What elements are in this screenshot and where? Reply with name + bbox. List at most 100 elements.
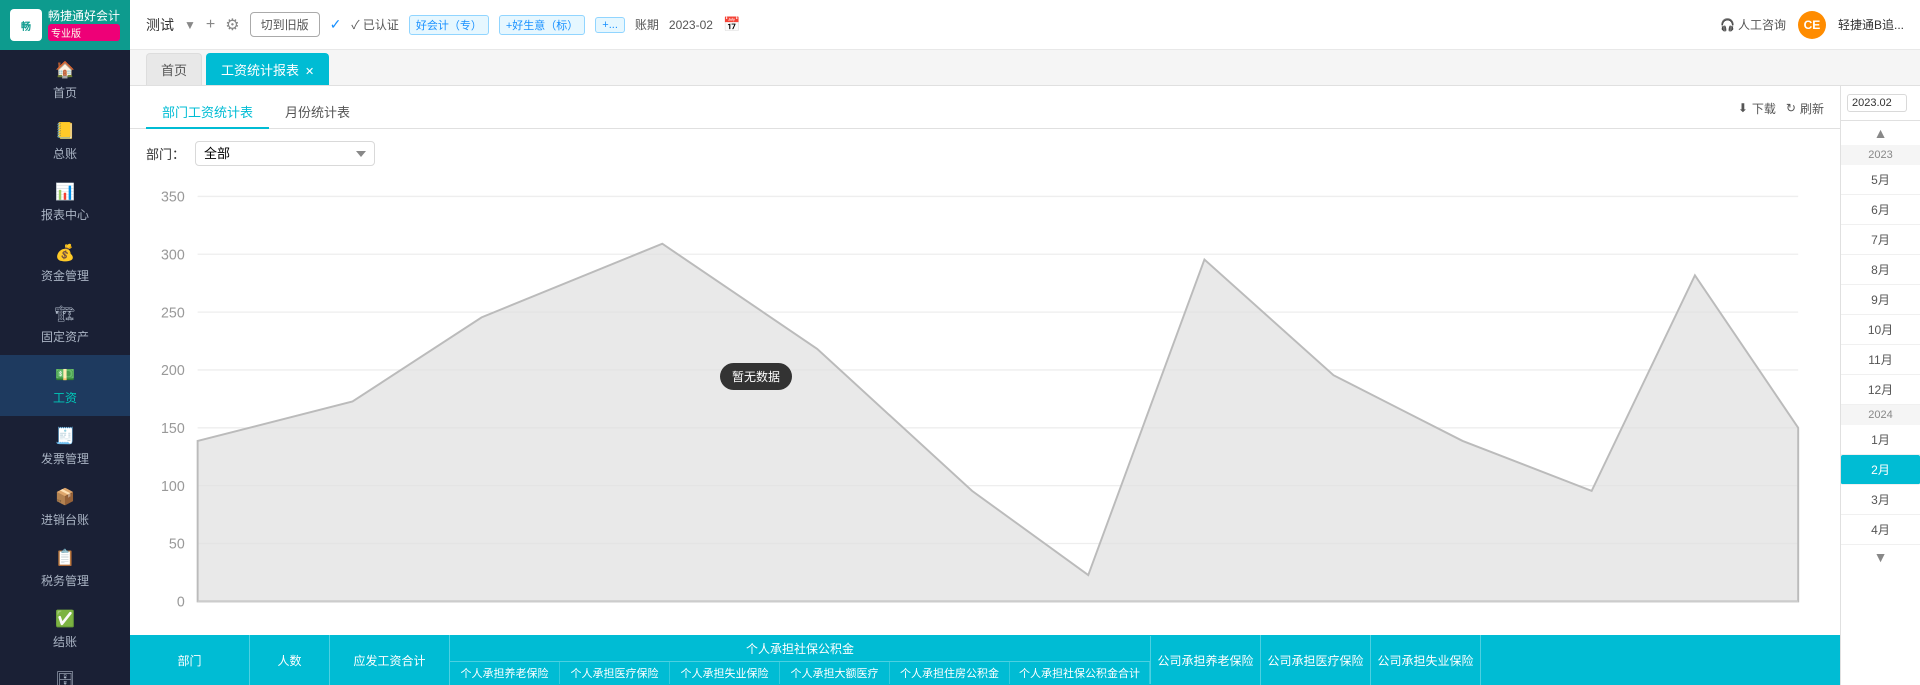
- tab-label-home: 首页: [161, 63, 187, 78]
- year-label-2023: 2023: [1841, 145, 1920, 165]
- sidebar-item-assets[interactable]: 🏗 固定资产: [0, 294, 130, 355]
- sidebar-item-reports[interactable]: 📊报表中心: [0, 172, 130, 233]
- subtab-dept[interactable]: 部门工资统计表: [146, 96, 269, 129]
- table-header-人数: 人数: [250, 635, 330, 685]
- table-group-personal-insurance: 个人承担社保公积金个人承担养老保险个人承担医疗保险个人承担失业保险个人承担大额医…: [450, 636, 1151, 684]
- month-item-2023-7月[interactable]: 7月: [1841, 225, 1920, 255]
- topbar-gear[interactable]: ⚙: [225, 15, 239, 35]
- month-item-2023-12月[interactable]: 12月: [1841, 375, 1920, 405]
- dept-filter-label: 部门：: [146, 144, 185, 163]
- table-sub-个人承担大额医疗: 个人承担大额医疗: [780, 662, 890, 684]
- switch-old-btn[interactable]: 切到旧版: [250, 12, 320, 37]
- svg-text:150: 150: [161, 421, 185, 437]
- month-item-2023-8月[interactable]: 8月: [1841, 255, 1920, 285]
- funds-icon: 💰: [55, 243, 75, 263]
- refresh-btn[interactable]: ↻ 刷新: [1786, 100, 1824, 117]
- logo-text-area: 畅捷通好会计 专业版: [48, 9, 120, 42]
- settle-icon: ✅: [55, 609, 75, 629]
- sidebar-item-funds[interactable]: 💰 资金管理: [0, 233, 130, 294]
- sidebar-label-funds: 资金管理: [41, 267, 89, 284]
- sidebar-label-home: 首页: [53, 84, 77, 101]
- period-label: 账期: [635, 16, 659, 33]
- date-panel: ▲ 20235月6月7月8月9月10月11月12月20241月2月3月4月 ▼: [1840, 86, 1920, 685]
- month-item-2023-6月[interactable]: 6月: [1841, 195, 1920, 225]
- subtab-bar: 部门工资统计表 月份统计表 ⬇ 下载 ↻ 刷新: [130, 86, 1840, 129]
- logo-badge: 专业版: [48, 24, 120, 41]
- dept-filter-select[interactable]: 全部财务部人事部技术部销售部: [195, 141, 375, 166]
- month-item-2024-3月[interactable]: 3月: [1841, 485, 1920, 515]
- subtab-monthly[interactable]: 月份统计表: [269, 96, 366, 129]
- sidebar-item-settle[interactable]: ✅ 结账: [0, 599, 130, 660]
- chart-area: 350 300 250 200 150 100 50 0: [130, 178, 1840, 635]
- svg-text:100: 100: [161, 479, 185, 495]
- sidebar-label-purchase: 进销台账: [41, 511, 89, 528]
- salary-icon: 💵: [55, 365, 75, 385]
- month-item-2024-1月[interactable]: 1月: [1841, 425, 1920, 455]
- date-up-btn[interactable]: ▲: [1841, 121, 1920, 145]
- month-item-2023-10月[interactable]: 10月: [1841, 315, 1920, 345]
- headset-icon: 🎧: [1720, 18, 1735, 32]
- sidebar-item-tax[interactable]: 📋税务管理: [0, 538, 130, 599]
- sidebar-label-settle: 结账: [53, 633, 77, 650]
- sidebar-label-salary: 工资: [53, 389, 77, 406]
- tax-icon: 📋: [55, 548, 75, 568]
- logo: 畅 畅捷通好会计 专业版: [0, 0, 130, 50]
- date-list: 20235月6月7月8月9月10月11月12月20241月2月3月4月: [1841, 145, 1920, 545]
- home-icon: 🏠: [55, 60, 75, 80]
- tag-more: +...: [595, 17, 625, 33]
- svg-text:300: 300: [161, 247, 185, 263]
- topbar-add[interactable]: +: [206, 16, 215, 34]
- user-name[interactable]: 轻捷通B追...: [1838, 16, 1904, 33]
- sidebar-item-home[interactable]: 🏠 首页: [0, 50, 130, 111]
- sidebar: 畅 畅捷通好会计 专业版 🏠 首页 📒总账📊报表中心 💰 资金管理 🏗 固定资产 💵 工资 🧾发票…: [0, 0, 130, 685]
- tag-haoshengyi: +好生意（标）: [499, 15, 585, 35]
- calendar-icon[interactable]: 📅: [723, 16, 740, 33]
- month-item-2023-11月[interactable]: 11月: [1841, 345, 1920, 375]
- assets-icon: 🏗: [55, 304, 75, 324]
- download-btn[interactable]: ⬇ 下载: [1738, 100, 1776, 117]
- svg-text:350: 350: [161, 190, 185, 206]
- table-sub-个人承担医疗保险: 个人承担医疗保险: [560, 662, 670, 684]
- date-down-btn[interactable]: ▼: [1841, 545, 1920, 569]
- table-footer: 部门人数应发工资合计个人承担社保公积金个人承担养老保险个人承担医疗保险个人承担失…: [130, 635, 1840, 685]
- svg-text:0: 0: [177, 594, 185, 610]
- tab-home[interactable]: 首页: [146, 53, 202, 85]
- sidebar-item-archive[interactable]: 🗄归档管理: [0, 660, 130, 685]
- date-input[interactable]: [1847, 94, 1907, 112]
- sidebar-item-purchase[interactable]: 📦 进销台账: [0, 477, 130, 538]
- help-label: 人工咨询: [1738, 16, 1786, 33]
- sidebar-item-ledger[interactable]: 📒总账: [0, 111, 130, 172]
- invoice-icon: 🧾: [55, 426, 75, 446]
- month-item-2024-4月[interactable]: 4月: [1841, 515, 1920, 545]
- topbar: 测试 ▼ + ⚙ 切到旧版 ✓ ✓ 已认证 好会计（专） +好生意（标） +..…: [130, 0, 1920, 50]
- table-group-title: 个人承担社保公积金: [450, 636, 1150, 662]
- sidebar-item-salary[interactable]: 💵 工资: [0, 355, 130, 416]
- topbar-dropdown[interactable]: ▼: [184, 18, 196, 32]
- left-panel: 部门工资统计表 月份统计表 ⬇ 下载 ↻ 刷新: [130, 86, 1840, 685]
- table-header-公司承担医疗保险: 公司承担医疗保险: [1261, 635, 1371, 685]
- purchase-icon: 📦: [55, 487, 75, 507]
- month-item-2023-9月[interactable]: 9月: [1841, 285, 1920, 315]
- table-header-公司承担养老保险: 公司承担养老保险: [1151, 635, 1261, 685]
- sidebar-item-invoice[interactable]: 🧾发票管理: [0, 416, 130, 477]
- main-content: 测试 ▼ + ⚙ 切到旧版 ✓ ✓ 已认证 好会计（专） +好生意（标） +..…: [130, 0, 1920, 685]
- logo-icon: 畅: [10, 9, 42, 41]
- topbar-title: 测试: [146, 15, 174, 35]
- date-input-row: [1841, 86, 1920, 121]
- tab-close-salary-report[interactable]: ✕: [305, 66, 314, 78]
- archive-icon: 🗄: [55, 670, 75, 685]
- month-item-2024-2月[interactable]: 2月: [1841, 455, 1920, 485]
- tabbar: 首页 工资统计报表✕: [130, 50, 1920, 86]
- tab-salary-report[interactable]: 工资统计报表✕: [206, 53, 329, 85]
- filter-row: 部门： 全部财务部人事部技术部销售部: [130, 129, 1840, 178]
- table-header-部门: 部门: [130, 635, 250, 685]
- year-label-2024: 2024: [1841, 405, 1920, 425]
- month-item-2023-5月[interactable]: 5月: [1841, 165, 1920, 195]
- reports-icon: 📊: [55, 182, 75, 202]
- period-value: 2023-02: [669, 18, 713, 32]
- table-sub-个人承担养老保险: 个人承担养老保险: [450, 662, 560, 684]
- help-btn[interactable]: 🎧 人工咨询: [1720, 16, 1786, 33]
- svg-text:50: 50: [169, 537, 185, 553]
- sidebar-label-assets: 固定资产: [41, 328, 89, 345]
- certified-icon: ✓: [330, 16, 342, 33]
